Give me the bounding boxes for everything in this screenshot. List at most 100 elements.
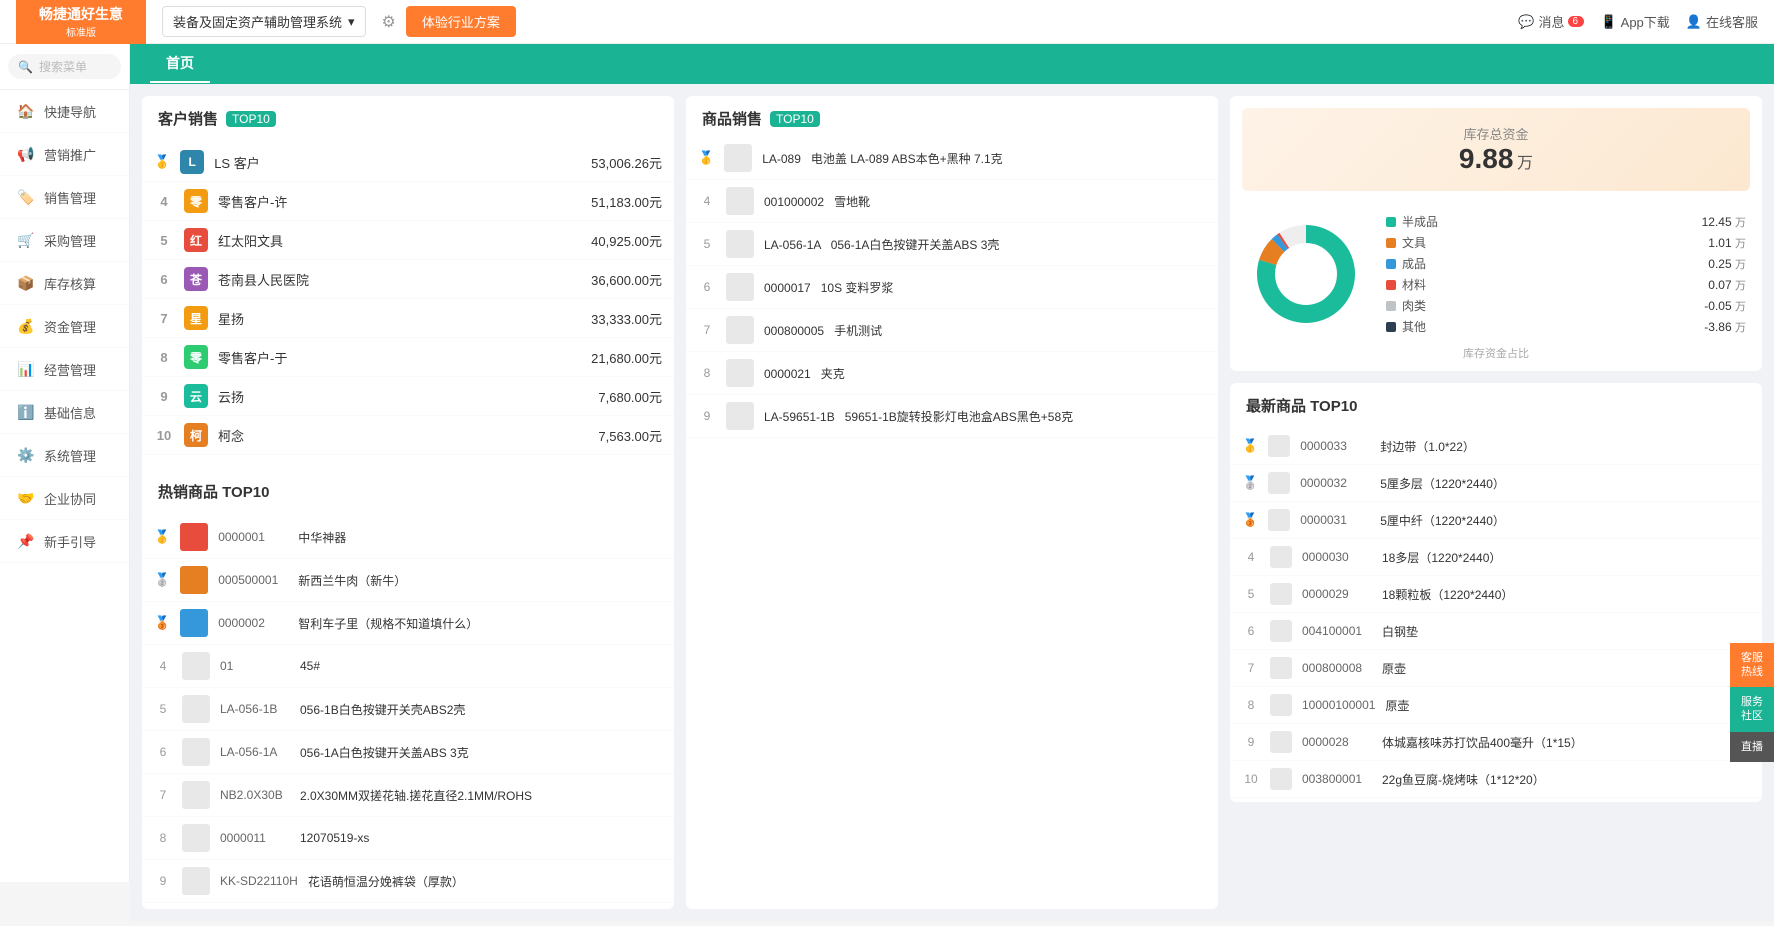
customer-amount-3: 40,925.00元: [591, 231, 662, 250]
new-product-icon-2: [1268, 472, 1290, 494]
customer-name-5: 星扬: [218, 309, 581, 328]
collab-icon: 🤝: [16, 488, 36, 508]
gear-icon[interactable]: ⚙: [382, 12, 396, 32]
psale-rank-5: 7: [698, 323, 716, 337]
legend-dot-semifinished: [1386, 217, 1396, 227]
new-rank-5: 5: [1242, 587, 1260, 601]
hot-rank-7: 7: [154, 788, 172, 802]
rank-num-7: 9: [154, 389, 174, 404]
new-name-6: 白钢垫: [1382, 623, 1750, 640]
system-icon: ⚙️: [16, 445, 36, 465]
sidebar-item-purchase[interactable]: 🛒 采购管理: [0, 219, 129, 262]
legend-dot-finished: [1386, 259, 1396, 269]
new-code-5: 0000029: [1302, 587, 1372, 601]
hot-name-7: 2.0X30MM双搓花轴.搓花直径2.1MM/ROHS: [300, 787, 532, 804]
sidebar-item-sales[interactable]: 🏷️ 销售管理: [0, 176, 129, 219]
hot-medal-3: 🥉: [154, 615, 170, 631]
customer-rank-badge: TOP10: [226, 111, 276, 127]
sidebar-label-purchase: 采购管理: [44, 231, 96, 250]
psale-img-5: [726, 316, 754, 344]
sidebar-item-marketing[interactable]: 📢 营销推广: [0, 133, 129, 176]
new-products-title: 最新商品 TOP10: [1246, 395, 1357, 416]
table-row: 9 云 云扬 7,680.00元: [142, 377, 674, 416]
service-community-btn[interactable]: 服务社区: [1730, 687, 1774, 732]
new-products-card: 最新商品 TOP10 🥇 0000033 封边带（1.0*22） 🥈 00000…: [1230, 383, 1762, 802]
hot-products-title: 热销商品 TOP10: [158, 481, 269, 502]
psale-rank-7: 9: [698, 409, 716, 423]
sidebar-item-guide[interactable]: 📌 新手引导: [0, 520, 129, 563]
sidebar-item-ops[interactable]: 📊 经营管理: [0, 348, 129, 391]
hot-code-6: LA-056-1A: [220, 745, 290, 759]
sidebar-label-marketing: 营销推广: [44, 145, 96, 164]
rank-num-3: 5: [154, 233, 174, 248]
sales-icon: 🏷️: [16, 187, 36, 207]
hot-name-5: 056-1B白色按键开关壳ABS2壳: [300, 701, 465, 718]
sidebar-item-system[interactable]: ⚙️ 系统管理: [0, 434, 129, 477]
stock-donut-chart: [1246, 214, 1366, 334]
sidebar-item-quicknav[interactable]: 🏠 快捷导航: [0, 90, 129, 133]
avatar: 红: [184, 228, 208, 252]
new-medal-1: 🥇: [1242, 438, 1258, 454]
sidebar-item-basic[interactable]: ℹ️ 基础信息: [0, 391, 129, 434]
hot-name-1: 中华神器: [298, 529, 346, 546]
service-btn[interactable]: 👤 在线客服: [1686, 12, 1758, 31]
sidebar-item-stock[interactable]: 📦 库存核算: [0, 262, 129, 305]
message-btn[interactable]: 💬 消息 6: [1518, 12, 1584, 31]
list-item: 6 LA-056-1A 056-1A白色按键开关盖ABS 3克: [142, 731, 674, 774]
product-image-9: [182, 867, 210, 895]
new-name-8: 原壶: [1385, 697, 1750, 714]
new-products-header: 最新商品 TOP10: [1230, 383, 1762, 424]
page-nav: 首页: [130, 44, 1774, 84]
new-name-7: 原壶: [1382, 660, 1750, 677]
ops-icon: 📊: [16, 359, 36, 379]
search-input-container[interactable]: 🔍 搜索菜单: [8, 54, 121, 79]
trial-button[interactable]: 体验行业方案: [406, 6, 516, 37]
hot-products-header: 热销商品 TOP10: [142, 469, 674, 510]
customer-service-btn[interactable]: 客服热线: [1730, 643, 1774, 688]
sidebar-label-finance: 资金管理: [44, 317, 96, 336]
legend-item-finished: 成品 0.25 万: [1386, 255, 1746, 272]
new-product-icon-10: [1270, 768, 1292, 790]
customer-amount-6: 21,680.00元: [591, 348, 662, 367]
avatar: 柯: [184, 423, 208, 447]
product-sales-header: 商品销售 TOP10: [686, 96, 1218, 137]
main-content: 首页 客户销售 TOP10 🥇 L LS 客户 53,006.26元 4 零: [130, 44, 1774, 921]
topbar: 畅捷通好生意 标准版 装备及固定资产辅助管理系统 ▾ ⚙ 体验行业方案 💬 消息…: [0, 0, 1774, 44]
new-rank-8: 8: [1242, 698, 1260, 712]
customer-name-2: 零售客户-许: [218, 192, 581, 211]
customer-rank-list: 🥇 L LS 客户 53,006.26元 4 零 零售客户-许 51,183.0…: [142, 137, 674, 457]
live-stream-btn[interactable]: 直播: [1730, 732, 1774, 762]
legend-dot-other: [1386, 322, 1396, 332]
sidebar-label-quicknav: 快捷导航: [44, 102, 96, 121]
new-rank-10: 10: [1242, 772, 1260, 786]
psale-name-2: 001000002 雪地靴: [764, 193, 870, 210]
system-selector[interactable]: 装备及固定资产辅助管理系统 ▾: [162, 6, 366, 37]
list-item: 8 10000100001 原壶: [1230, 687, 1762, 724]
avatar: L: [180, 150, 204, 174]
app-download-btn[interactable]: 📱 App下载: [1600, 12, 1669, 31]
hot-code-4: 01: [220, 659, 290, 673]
sidebar-item-collab[interactable]: 🤝 企业协同: [0, 477, 129, 520]
list-item: 🥇 0000001 中华神器: [142, 516, 674, 559]
hot-rank-5: 5: [154, 702, 172, 716]
sidebar-item-finance[interactable]: 💰 资金管理: [0, 305, 129, 348]
hot-code-5: LA-056-1B: [220, 702, 290, 716]
avatar: 零: [184, 189, 208, 213]
table-row: 5 红 红太阳文具 40,925.00元: [142, 221, 674, 260]
avatar: 星: [184, 306, 208, 330]
sidebar-label-collab: 企业协同: [44, 489, 96, 508]
basic-icon: ℹ️: [16, 402, 36, 422]
hot-code-1: 0000001: [218, 530, 288, 544]
finance-icon: 💰: [16, 316, 36, 336]
message-badge: 6: [1568, 16, 1584, 27]
psale-rank-2: 4: [698, 194, 716, 208]
product-image-6: [182, 738, 210, 766]
list-item: 🥈 000500001 新西兰牛肉（新牛）: [142, 559, 674, 602]
stock-unit: 万: [1517, 155, 1533, 172]
avatar: 苍: [184, 267, 208, 291]
table-row: 10 柯 柯念 7,563.00元: [142, 416, 674, 455]
nav-home[interactable]: 首页: [150, 45, 210, 83]
hot-products-list: 🥇 0000001 中华神器 🥈 000500001 新西兰牛肉（新牛） 🥉: [142, 510, 674, 909]
new-medal-3: 🥉: [1242, 512, 1258, 528]
table-row: 4 001000002 雪地靴: [686, 180, 1218, 223]
